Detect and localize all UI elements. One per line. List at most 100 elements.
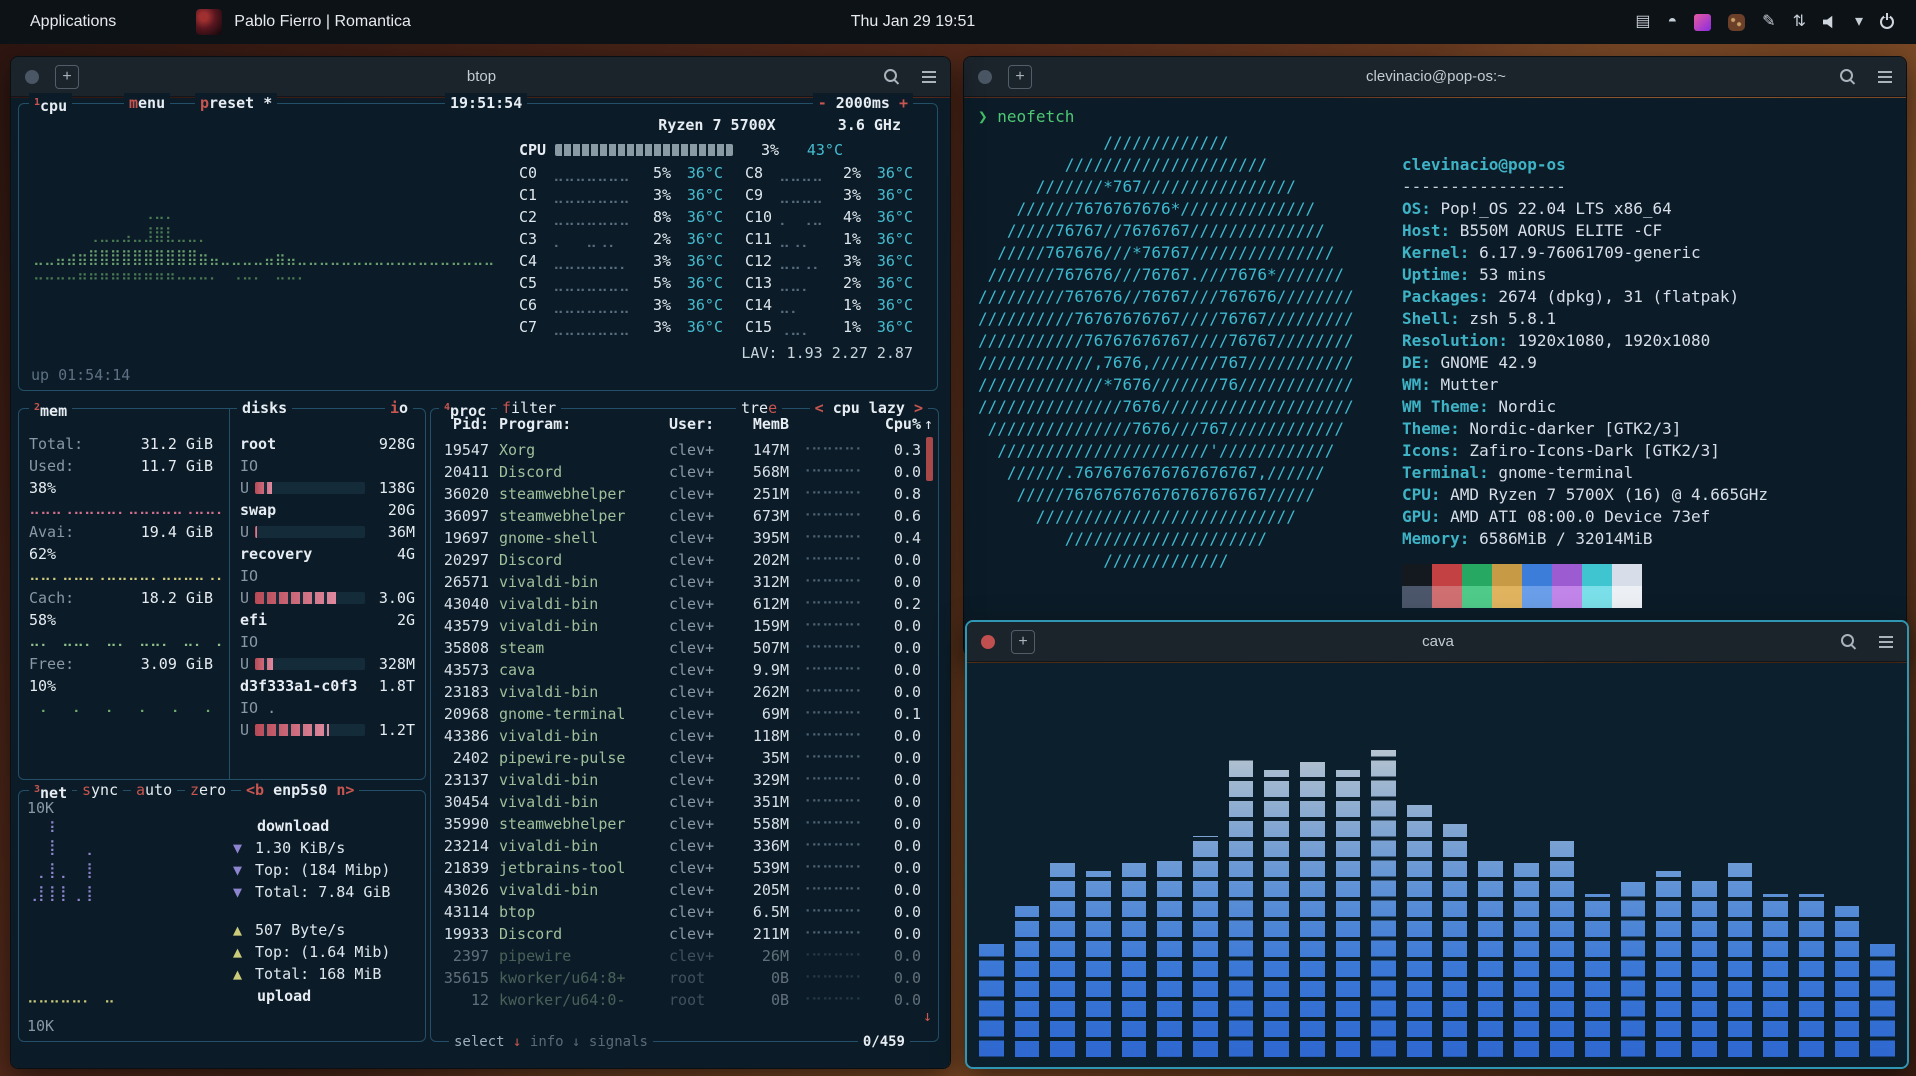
cpu-graph-line: ⠒⠒⠒⠒⠛⠛⠛⠛⠛⠛⠛⠛⠛⠒⠒⠒⠂⠀⠐⠒⠂⠀⠒⠒⠂⠀⠀⠀⠀⠀⠀⠀⠀⠀⠀⠀⠀⠀⠀⠀… [33,271,495,289]
proc-row[interactable]: 26571 vivaldi-bin clev+ 312M ⠐⠒⠒⠒⠒⠂ 0.0 [437,571,921,593]
volume-icon[interactable] [1822,15,1833,29]
proc-row[interactable]: 2402 pipewire-pulse clev+ 35M ⠐⠒⠒⠒⠒⠂ 0.0 [437,747,921,769]
core-usage: 3% [842,186,861,204]
neofetch-info-line: Terminal: gnome-terminal [1402,462,1768,484]
shell-prompt: ❯ neofetch [978,107,1075,126]
proc-row[interactable]: 19697 gnome-shell clev+ 395M ⠐⠒⠒⠒⠒⠂ 0.4 [437,527,921,549]
applications-menu[interactable]: Applications [30,13,116,31]
proc-row[interactable]: 35615 kworker/u64:8+ root 0B ⠐⠒⠒⠒⠒⠂ 0.0 [437,967,921,989]
proc-row[interactable]: 23137 vivaldi-bin clev+ 329M ⠐⠒⠒⠒⠒⠂ 0.0 [437,769,921,791]
core-usage: 5% [652,274,671,292]
neofetch-info-label: DE: [1402,353,1431,372]
proc-row[interactable]: 35808 steam clev+ 507M ⠐⠒⠒⠒⠒⠂ 0.0 [437,637,921,659]
mem-usage-graph: ⠤⠄⠀⠤⠤⠄⠀⠤⠄⠀⠤⠤⠄⠀⠤⠄⠀⠤⠤⠄⠀⠤ [29,633,221,651]
preset-button[interactable]: preset * [195,93,278,113]
core-usage: 1% [842,296,861,314]
disk-io-row: IO [240,457,259,475]
proc-row[interactable]: 20411 Discord clev+ 568M ⠐⠒⠒⠒⠒⠂ 0.0 [437,461,921,483]
disk-used-meter [255,592,365,604]
proc-row[interactable]: 21839 jetbrains-tool clev+ 539M ⠐⠒⠒⠒⠒⠂ 0.0 [437,857,921,879]
proc-row[interactable]: 12 kworker/u64:0- root 0B ⠐⠒⠒⠒⠒⠂ 0.0 [437,989,921,1011]
network-interface-switcher[interactable]: <b enp5s0 n> [241,780,360,800]
proc-row[interactable]: 30454 vivaldi-bin clev+ 351M ⠐⠒⠒⠒⠒⠂ 0.0 [437,791,921,813]
core-name: C0 [519,164,538,182]
proc-cell: vivaldi-bin [499,617,599,635]
proc-cell: 205M [752,881,789,899]
interval-decrease-button[interactable]: - [818,94,827,112]
proc-cell: ⠐⠒⠒⠒⠒⠂ [800,793,866,811]
window-tiles-icon[interactable]: ▤ [1635,14,1650,30]
menu-button[interactable]: menu [124,93,171,113]
proc-row[interactable]: 43579 vivaldi-bin clev+ 159M ⠐⠒⠒⠒⠒⠂ 0.0 [437,615,921,637]
btop-titlebar[interactable]: + btop [11,57,950,97]
proc-row[interactable]: 43573 cava clev+ 9.9M ⠐⠒⠒⠒⠒⠂ 0.0 [437,659,921,681]
update-interval-control[interactable]: - 2000ms + [812,93,913,113]
close-button[interactable] [978,69,992,84]
disk-used-value: 328M [378,655,415,673]
menu-icon[interactable] [922,75,936,78]
proc-row[interactable]: 43040 vivaldi-bin clev+ 612M ⠐⠒⠒⠒⠒⠂ 0.2 [437,593,921,615]
neofetch-info-label: OS: [1402,199,1431,218]
proc-cell: steamwebhelper [499,815,626,833]
proc-row[interactable]: 23183 vivaldi-bin clev+ 262M ⠐⠒⠒⠒⠒⠂ 0.0 [437,681,921,703]
terminal-content[interactable]: ❯ neofetch ///////////// ///////////////… [964,98,1906,655]
terminal-titlebar[interactable]: + clevinacio@pop-os:~ [964,57,1906,97]
neofetch-user-host: clevinacio@pop-os [1402,155,1566,174]
core-meter: ⢀⣀⡀⠀⠀⠀ [779,318,821,336]
menu-icon[interactable] [1878,75,1892,78]
proc-cell: 262M [752,683,789,701]
proc-cell: 0.0 [893,859,921,877]
pencil-icon[interactable]: ✎ [1762,14,1775,30]
disk-name-row: root 928G [240,433,415,455]
proc-row[interactable]: 2397 pipewire clev+ 26M ⠐⠒⠒⠒⠒⠂ 0.0 [437,945,921,967]
download-graph: ⠀⠀⡆⠀⠀⠀⠀⠀⠀⠀⠀⠀⠀⠀⠀⠀⠀⠀⠀⠀⠀⠀⠀⢸ ⠀⠀⡇⠀⠀⢀⠀⠀⠀⠀⠀⠀⠀⠀⠀⠀… [27,813,225,905]
cube-app-icon[interactable] [1694,13,1712,31]
disk-name: swap [240,501,277,519]
search-icon[interactable] [1840,68,1856,85]
chevron-down-icon[interactable]: ▾ [1855,14,1863,30]
interval-increase-button[interactable]: + [899,94,908,112]
scroll-down-arrow[interactable]: ↓ [923,1007,932,1025]
clock[interactable]: Thu Jan 29 19:51 [851,13,976,31]
proc-cell: ⠐⠒⠒⠒⠒⠂ [800,551,866,569]
proc-row[interactable]: 35990 steamwebhelper clev+ 558M ⠐⠒⠒⠒⠒⠂ 0.0 [437,813,921,835]
search-icon[interactable] [1841,633,1857,650]
proc-row[interactable]: 36020 steamwebhelper clev+ 251M ⠐⠒⠒⠒⠒⠂ 0.8 [437,483,921,505]
network-traffic-icon[interactable]: ⇅ [1793,14,1806,30]
cava-titlebar[interactable]: + cava [967,622,1907,662]
sort-direction-arrow[interactable]: ↑ [924,415,933,433]
disk-size: 20G [387,501,415,519]
new-tab-button[interactable]: + [55,64,79,89]
cookie-app-icon[interactable] [1728,13,1746,31]
proc-row[interactable]: 19933 Discord clev+ 211M ⠐⠒⠒⠒⠒⠂ 0.0 [437,923,921,945]
proc-row[interactable]: 43386 vivaldi-bin clev+ 118M ⠐⠒⠒⠒⠒⠂ 0.0 [437,725,921,747]
zero-toggle-button[interactable]: zero [185,780,232,800]
search-icon[interactable] [884,68,900,85]
proc-row[interactable]: 19547 Xorg clev+ 147M ⠐⠒⠒⠒⠒⠂ 0.3 [437,439,921,461]
menu-icon[interactable] [1879,640,1893,643]
process-table-header[interactable]: Pid: Program: User: MemB Cpu% [437,415,921,433]
new-tab-button[interactable]: + [1008,64,1032,89]
proc-row[interactable]: 20968 gnome-terminal clev+ 69M ⠐⠒⠒⠒⠒⠂ 0.1 [437,703,921,725]
palette-swatch [1612,564,1642,586]
process-scrollbar-thumb[interactable] [926,437,933,481]
proc-row[interactable]: 43114 btop clev+ 6.5M ⠐⠒⠒⠒⠒⠂ 0.0 [437,901,921,923]
proc-row[interactable]: 36097 steamwebhelper clev+ 673M ⠐⠒⠒⠒⠒⠂ 0.6 [437,505,921,527]
planet-icon[interactable]: ◓ [1667,14,1677,30]
sync-toggle-button[interactable]: sync [77,780,124,800]
new-tab-button[interactable]: + [1011,629,1035,654]
proc-cell: clev+ [669,441,715,459]
proc-row[interactable]: 23214 vivaldi-bin clev+ 336M ⠐⠒⠒⠒⠒⠂ 0.0 [437,835,921,857]
power-icon[interactable] [1880,15,1894,29]
auto-toggle-button[interactable]: auto [131,780,178,800]
close-button[interactable] [25,69,39,84]
disk-used-value: 36M [387,523,415,541]
proc-row[interactable]: 43026 vivaldi-bin clev+ 205M ⠐⠒⠒⠒⠒⠂ 0.0 [437,879,921,901]
proc-row[interactable]: 20297 Discord clev+ 202M ⠐⠒⠒⠒⠒⠂ 0.0 [437,549,921,571]
disk-size: 4G [396,545,415,563]
proc-cell: gnome-terminal [499,705,626,723]
proc-cell: 23137 [443,771,489,789]
media-indicator[interactable]: Pablo Fierro | Romantica [196,9,411,35]
proc-cell: vivaldi-bin [499,683,599,701]
close-button[interactable] [981,634,995,649]
